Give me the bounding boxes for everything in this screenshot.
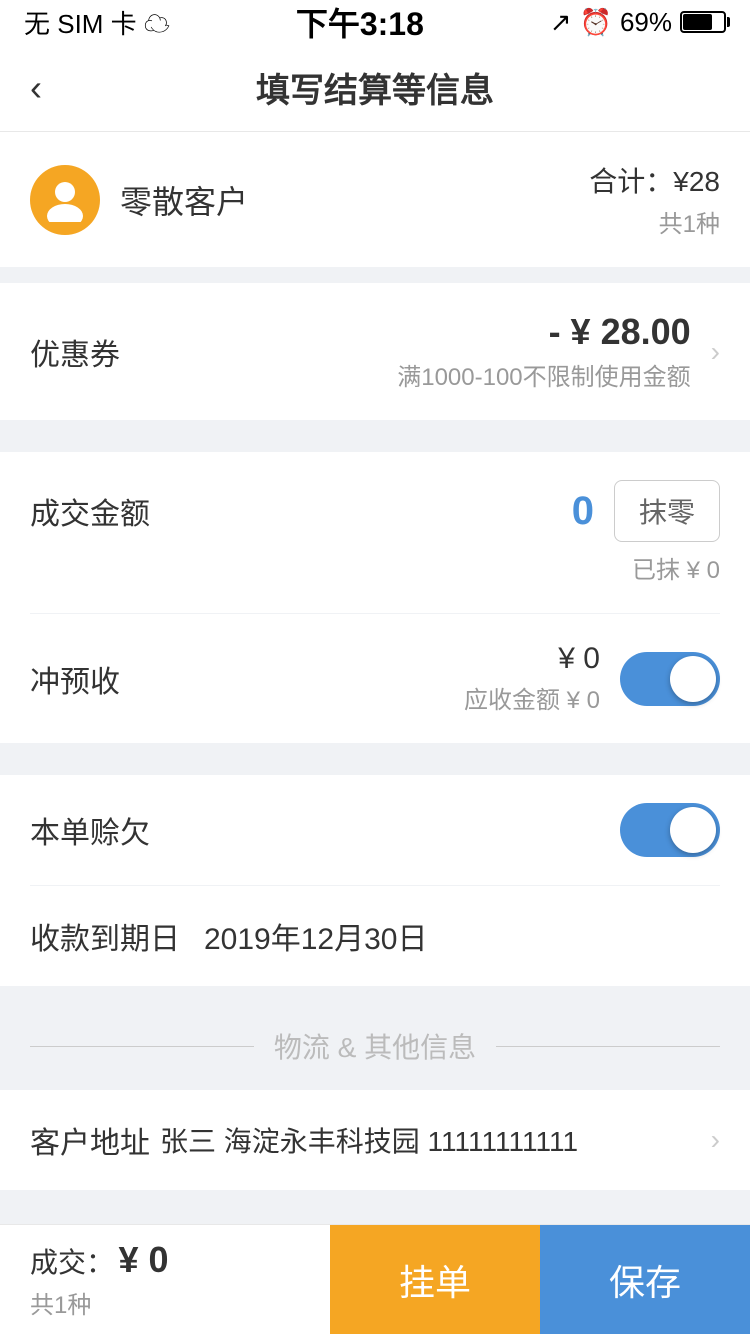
section-divider-1 xyxy=(0,436,750,452)
avatar-icon xyxy=(43,178,87,222)
total-count: 共1种 xyxy=(589,204,720,239)
duedate-label: 收款到期日 xyxy=(30,914,180,958)
debt-label: 本单赊欠 xyxy=(30,808,150,852)
deal-amount-section: 成交金额 0 抹零 已抹 ¥ 0 xyxy=(0,452,750,613)
debt-toggle[interactable] xyxy=(620,803,720,857)
avatar xyxy=(30,165,100,235)
address-chevron-icon: › xyxy=(711,1124,720,1156)
battery-icon xyxy=(680,11,726,33)
duedate-content: 收款到期日 2019年12月30日 xyxy=(30,914,720,958)
deal-amount-sub: 已抹 ¥ 0 xyxy=(30,550,720,585)
divider-line-right xyxy=(496,1046,720,1047)
location-icon: ↗ xyxy=(550,7,572,38)
back-button[interactable]: ‹ xyxy=(30,67,42,109)
bottom-bar: 成交： ¥ 0 共1种 挂单 保存 xyxy=(0,1224,750,1334)
prereceive-label: 冲预收 xyxy=(30,657,120,701)
coupon-row[interactable]: 优惠券 - ¥ 28.00 满1000-100不限制使用金额 › xyxy=(0,283,750,420)
customer-right: 合计：¥28 共1种 xyxy=(589,160,720,239)
address-value: 张三 海淀永丰科技园 11111111111 xyxy=(160,1120,701,1160)
deal-amount-value[interactable]: 0 xyxy=(534,489,594,534)
address-label: 客户地址 xyxy=(30,1118,160,1162)
coupon-sub: 满1000-100不限制使用金额 xyxy=(397,357,690,392)
prereceive-toggle[interactable] xyxy=(620,652,720,706)
customer-row: 零散客户 合计：¥28 共1种 xyxy=(0,132,750,267)
prereceive-amounts: ¥ 0 应收金额 ¥ 0 xyxy=(464,642,600,715)
bottom-transaction-amount: ¥ 0 xyxy=(118,1239,168,1280)
status-left: 无 SIM 卡 ☁ xyxy=(24,4,170,41)
debt-toggle-knob xyxy=(670,807,716,853)
content-area: 零散客户 合计：¥28 共1种 优惠券 - ¥ 28.00 满1000-100不… xyxy=(0,132,750,1326)
coupon-right: - ¥ 28.00 满1000-100不限制使用金额 › xyxy=(397,311,720,392)
logistics-divider: 物流 & 其他信息 xyxy=(0,1002,750,1090)
round-button[interactable]: 抹零 xyxy=(614,480,720,542)
logistics-label: 物流 & 其他信息 xyxy=(274,1026,476,1066)
debt-section: 本单赊欠 xyxy=(0,775,750,885)
address-section[interactable]: 客户地址 张三 海淀永丰科技园 11111111111 › xyxy=(0,1090,750,1190)
bottom-count: 共1种 xyxy=(30,1285,300,1320)
prereceive-section: 冲预收 ¥ 0 应收金额 ¥ 0 xyxy=(0,614,750,743)
duedate-section: 收款到期日 2019年12月30日 xyxy=(0,886,750,986)
duedate-value[interactable]: 2019年12月30日 xyxy=(204,914,427,958)
bottom-buttons: 挂单 保存 xyxy=(330,1225,750,1334)
deal-amount-right: 0 抹零 xyxy=(534,480,720,542)
deal-amount-label: 成交金额 xyxy=(30,489,150,533)
nav-bar: ‹ 填写结算等信息 xyxy=(0,44,750,132)
address-card[interactable]: 客户地址 张三 海淀永丰科技园 11111111111 › xyxy=(0,1090,750,1190)
divider-line-left xyxy=(30,1046,254,1047)
prereceive-sub: 应收金额 ¥ 0 xyxy=(464,680,600,715)
battery-percent: 69% xyxy=(620,7,672,38)
hold-button[interactable]: 挂单 xyxy=(330,1225,540,1334)
deal-amount-row: 成交金额 0 抹零 xyxy=(30,480,720,542)
bottom-left: 成交： ¥ 0 共1种 xyxy=(0,1239,330,1320)
section-divider-2 xyxy=(0,759,750,775)
alarm-icon: ⏰ xyxy=(580,7,612,38)
status-right: ↗ ⏰ 69% xyxy=(550,7,726,38)
customer-left: 零散客户 xyxy=(30,165,248,235)
status-bar: 无 SIM 卡 ☁ 下午3:18 ↗ ⏰ 69% xyxy=(0,0,750,44)
bottom-transaction-label: 成交： xyxy=(30,1247,114,1278)
coupon-label: 优惠券 xyxy=(30,330,120,374)
prereceive-main: ¥ 0 xyxy=(464,642,600,676)
prereceive-right: ¥ 0 应收金额 ¥ 0 xyxy=(464,642,720,715)
coupon-chevron-icon: › xyxy=(711,336,720,368)
total-label: 合计：¥28 xyxy=(589,160,720,200)
customer-card: 零散客户 合计：¥28 共1种 xyxy=(0,132,750,267)
save-button[interactable]: 保存 xyxy=(540,1225,750,1334)
toggle-knob xyxy=(670,656,716,702)
deal-card: 成交金额 0 抹零 已抹 ¥ 0 冲预收 ¥ 0 应收金额 ¥ 0 xyxy=(0,452,750,743)
coupon-discount: - ¥ 28.00 xyxy=(397,311,690,353)
sim-status: 无 SIM 卡 ☁ xyxy=(24,4,170,41)
page-title: 填写结算等信息 xyxy=(256,63,494,112)
coupon-card: 优惠券 - ¥ 28.00 满1000-100不限制使用金额 › xyxy=(0,283,750,420)
debt-card: 本单赊欠 收款到期日 2019年12月30日 xyxy=(0,775,750,986)
status-time: 下午3:18 xyxy=(296,0,424,45)
customer-name: 零散客户 xyxy=(120,177,248,223)
bottom-transaction-row: 成交： ¥ 0 xyxy=(30,1239,300,1281)
